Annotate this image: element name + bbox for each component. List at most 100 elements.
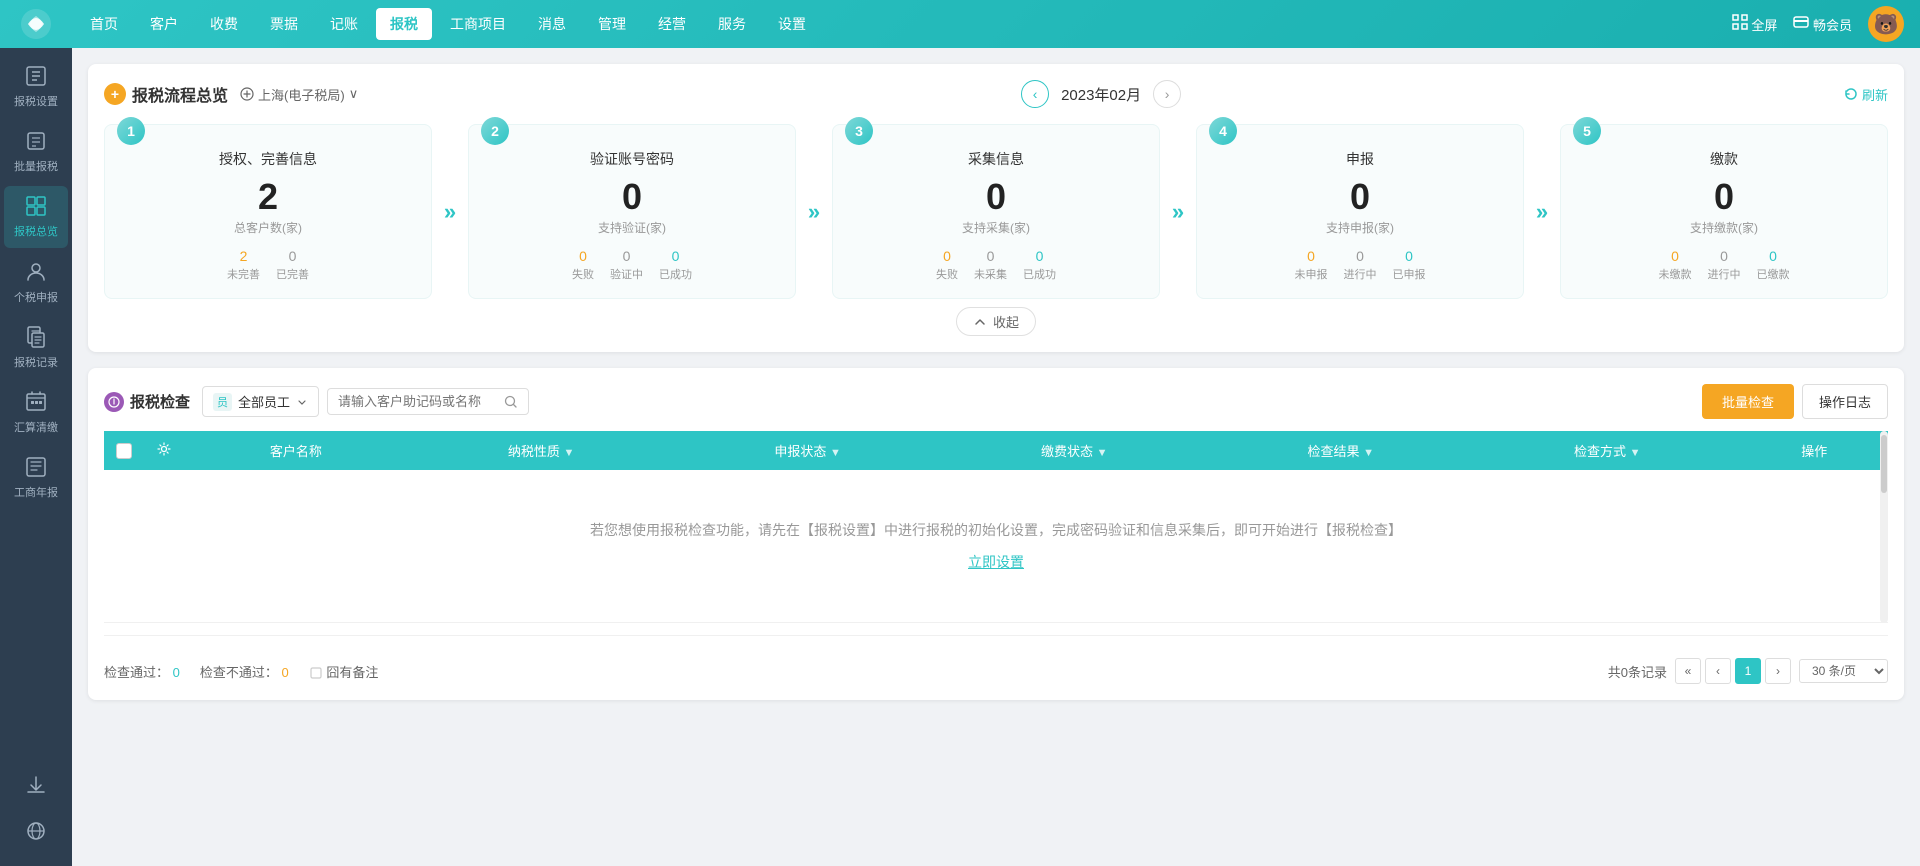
nav-item-记账[interactable]: 记账 bbox=[316, 8, 372, 40]
location-tag[interactable]: 上海(电子税局) ∨ bbox=[240, 85, 358, 104]
has-note-label: 囧有备注 bbox=[309, 662, 379, 681]
first-page-btn[interactable]: « bbox=[1675, 658, 1701, 684]
sidebar-label-batch-tax: 批量报税 bbox=[14, 161, 58, 174]
arrow-3: » bbox=[1160, 124, 1196, 299]
nav-item-工商项目[interactable]: 工商项目 bbox=[436, 8, 520, 40]
nav-item-报税[interactable]: 报税 bbox=[376, 8, 432, 40]
pass-count-label: 检查通过： 0 bbox=[104, 662, 180, 681]
sidebar-item-batch-tax[interactable]: 批量报税 bbox=[4, 121, 68, 182]
tax-check-panel: 报税检查 员 全部员工 批量检查 操作日志 bbox=[88, 368, 1904, 700]
refresh-btn[interactable]: 刷新 bbox=[1844, 85, 1888, 104]
nav-right: 全屏 畅会员 🐻 bbox=[1732, 6, 1904, 42]
sidebar-label-personal-tax: 个税申报 bbox=[14, 292, 58, 305]
sidebar-label-tax-overview: 报税总览 bbox=[14, 226, 58, 239]
overview-panel: + 报税流程总览 上海(电子税局) ∨ ‹ 2023年02月 › 刷新 1 bbox=[88, 64, 1904, 352]
tax-check-icon bbox=[104, 392, 124, 412]
month-navigation: ‹ 2023年02月 › bbox=[1021, 80, 1181, 108]
step-stat-2-2: 0 验证中 bbox=[610, 248, 643, 282]
col-check-method: 检查方式 ▼ bbox=[1474, 431, 1741, 470]
search-box[interactable] bbox=[327, 388, 529, 415]
sidebar-item-download[interactable] bbox=[4, 766, 68, 808]
step-count-3: 0 bbox=[849, 179, 1143, 215]
step-subtitle-3: 支持采集(家) bbox=[849, 219, 1143, 236]
nav-item-客户[interactable]: 客户 bbox=[136, 8, 192, 40]
pass-count[interactable]: 0 bbox=[173, 665, 180, 680]
step-stat-5-3: 0 已缴款 bbox=[1757, 248, 1790, 282]
page-size-select[interactable]: 30 条/页 50 条/页 100 条/页 bbox=[1799, 659, 1888, 683]
step-subtitle-2: 支持验证(家) bbox=[485, 219, 779, 236]
step-stat-5-1: 0 未缴款 bbox=[1659, 248, 1692, 282]
sidebar-item-tax-settings[interactable]: 报税设置 bbox=[4, 56, 68, 117]
fail-count-label: 检查不通过： 0 bbox=[200, 662, 289, 681]
app-logo bbox=[16, 4, 56, 44]
collapse-btn[interactable]: 收起 bbox=[956, 307, 1036, 336]
step-stat-1-2: 0 已完善 bbox=[276, 248, 309, 282]
filter-group: 员 全部员工 bbox=[202, 386, 529, 417]
sidebar-bottom bbox=[4, 766, 68, 866]
tax-records-icon bbox=[24, 325, 48, 353]
overview-title-icon: + bbox=[104, 83, 126, 105]
sidebar-item-globe[interactable] bbox=[4, 812, 68, 854]
current-month: 2023年02月 bbox=[1061, 84, 1141, 105]
globe-icon bbox=[25, 820, 47, 846]
setup-link[interactable]: 立即设置 bbox=[136, 552, 1856, 572]
settings-col-icon[interactable] bbox=[156, 441, 172, 457]
member-btn[interactable]: 畅会员 bbox=[1793, 14, 1852, 34]
step-stat-4-1: 0 未申报 bbox=[1295, 248, 1328, 282]
nav-items: 首页客户收费票据记账报税工商项目消息管理经营服务设置 bbox=[76, 8, 1732, 40]
nav-item-收费[interactable]: 收费 bbox=[196, 8, 252, 40]
step-count-5: 0 bbox=[1577, 179, 1871, 215]
fail-count[interactable]: 0 bbox=[282, 665, 289, 680]
step-stats-2: 0 失败 0 验证中 0 已成功 bbox=[485, 248, 779, 282]
sidebar-item-tax-records[interactable]: 报税记录 bbox=[4, 317, 68, 378]
fullscreen-btn[interactable]: 全屏 bbox=[1732, 14, 1778, 34]
nav-item-票据[interactable]: 票据 bbox=[256, 8, 312, 40]
empty-state: 若您想使用报税检查功能，请先在【报税设置】中进行报税的初始化设置，完成密码验证和… bbox=[116, 480, 1876, 612]
table-footer: 检查通过： 0 检查不通过： 0 囧有备注 共0条记录 « ‹ 1 bbox=[104, 648, 1888, 684]
nav-item-经营[interactable]: 经营 bbox=[644, 8, 700, 40]
nav-item-服务[interactable]: 服务 bbox=[704, 8, 760, 40]
user-avatar[interactable]: 🐻 bbox=[1868, 6, 1904, 42]
sidebar-item-personal-tax[interactable]: 个税申报 bbox=[4, 252, 68, 313]
step-card-2: 2 验证账号密码 0 支持验证(家) 0 失败 0 验证中 0 已成功 bbox=[468, 124, 796, 299]
tax-overview-icon bbox=[24, 194, 48, 222]
tax-check-title: 报税检查 bbox=[104, 391, 190, 412]
sidebar-item-tax-overview[interactable]: 报税总览 bbox=[4, 186, 68, 247]
step-card-3: 3 采集信息 0 支持采集(家) 0 失败 0 未采集 0 已成功 bbox=[832, 124, 1160, 299]
prev-month-btn[interactable]: ‹ bbox=[1021, 80, 1049, 108]
step-subtitle-1: 总客户数(家) bbox=[121, 219, 415, 236]
arrow-4: » bbox=[1524, 124, 1560, 299]
step-stat-3-2: 0 未采集 bbox=[974, 248, 1007, 282]
settlement-icon bbox=[24, 390, 48, 418]
nav-item-管理[interactable]: 管理 bbox=[584, 8, 640, 40]
next-page-btn[interactable]: › bbox=[1765, 658, 1791, 684]
current-page-btn[interactable]: 1 bbox=[1735, 658, 1761, 684]
step-subtitle-4: 支持申报(家) bbox=[1213, 219, 1507, 236]
select-all-checkbox[interactable] bbox=[116, 443, 132, 459]
nav-item-首页[interactable]: 首页 bbox=[76, 8, 132, 40]
sidebar-label-settlement: 汇算清缴 bbox=[14, 422, 58, 435]
nav-item-消息[interactable]: 消息 bbox=[524, 8, 580, 40]
nav-item-设置[interactable]: 设置 bbox=[764, 8, 820, 40]
tax-check-table: 客户名称 纳税性质 ▼ 申报状态 ▼ 缴费状态 ▼ 检查结果 ▼ bbox=[104, 431, 1888, 623]
top-navigation: 首页客户收费票据记账报税工商项目消息管理经营服务设置 全屏 畅会员 🐻 bbox=[0, 0, 1920, 48]
sidebar-item-annual-report[interactable]: 工商年报 bbox=[4, 447, 68, 508]
col-tax-nature: 纳税性质 ▼ bbox=[408, 431, 675, 470]
collapse-bar: 收起 bbox=[104, 299, 1888, 336]
batch-check-btn[interactable]: 批量检查 bbox=[1702, 384, 1794, 419]
employee-filter[interactable]: 员 全部员工 bbox=[202, 386, 319, 417]
arrow-1: » bbox=[432, 124, 468, 299]
operation-log-btn[interactable]: 操作日志 bbox=[1802, 384, 1888, 419]
next-month-btn[interactable]: › bbox=[1153, 80, 1181, 108]
step-cards: 1 授权、完善信息 2 总客户数(家) 2 未完善 0 已完善 » bbox=[104, 124, 1888, 299]
step-stat-2-1: 0 失败 bbox=[572, 248, 594, 282]
step-subtitle-5: 支持缴款(家) bbox=[1577, 219, 1871, 236]
search-input[interactable] bbox=[338, 394, 498, 409]
left-sidebar: 报税设置 批量报税 报税总览 个税申报 报税记录 汇算清缴 工商年报 bbox=[0, 48, 72, 866]
sidebar-item-settlement[interactable]: 汇算清缴 bbox=[4, 382, 68, 443]
footer-right: 共0条记录 « ‹ 1 › 30 条/页 50 条/页 100 条/页 bbox=[1608, 658, 1888, 684]
prev-page-btn[interactable]: ‹ bbox=[1705, 658, 1731, 684]
footer-left: 检查通过： 0 检查不通过： 0 囧有备注 bbox=[104, 662, 378, 681]
step-stat-4-2: 0 进行中 bbox=[1344, 248, 1377, 282]
main-content: + 报税流程总览 上海(电子税局) ∨ ‹ 2023年02月 › 刷新 1 bbox=[72, 48, 1920, 866]
